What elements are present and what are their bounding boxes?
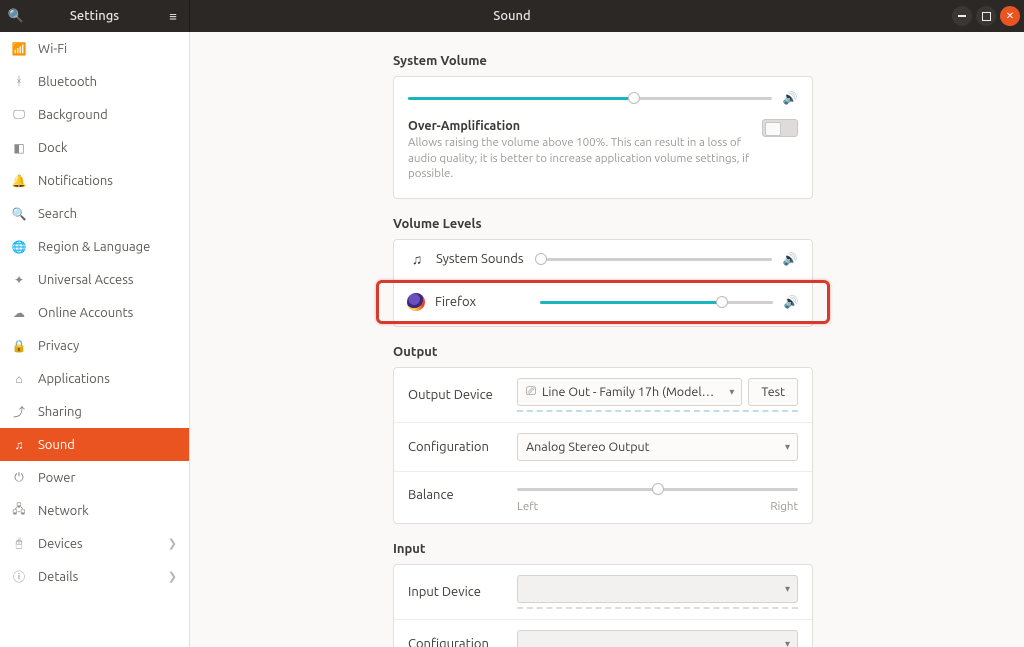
- app-title: Settings: [32, 9, 157, 23]
- sidebar-item-icon: 🔍: [12, 207, 26, 221]
- sidebar-item-label: Region & Language: [38, 240, 150, 254]
- app-volume-slider[interactable]: [541, 252, 772, 266]
- section-input: Input: [393, 542, 813, 556]
- system-volume-slider[interactable]: [408, 91, 772, 105]
- sidebar-item-icon: ⓘ: [12, 568, 26, 585]
- sidebar-item-icon: ⤴: [12, 403, 26, 420]
- test-button[interactable]: Test: [748, 378, 798, 406]
- chevron-right-icon: ❯: [168, 570, 177, 583]
- sidebar-item-icon: 🔒: [12, 339, 26, 353]
- app-volume-label: Firefox: [435, 295, 530, 309]
- sidebar-item-wi-fi[interactable]: 📶 Wi-Fi: [0, 32, 189, 65]
- sidebar-item-icon: 🌐: [12, 240, 26, 254]
- over-amplification-title: Over-Amplification: [408, 119, 750, 133]
- balance-left-label: Left: [517, 500, 538, 513]
- sidebar-item-icon: ✦: [12, 273, 26, 287]
- search-icon[interactable]: 🔍: [0, 0, 32, 32]
- sidebar-item-icon: 🖵: [12, 108, 26, 122]
- sidebar-item-icon: ♫: [12, 438, 26, 452]
- section-volume-levels: Volume Levels: [393, 217, 813, 231]
- sidebar-item-label: Details: [38, 570, 78, 584]
- section-output: Output: [393, 345, 813, 359]
- system-volume-card: 🔊 Over-Amplification Allows raising the …: [393, 76, 813, 199]
- output-device-select[interactable]: ⎚ Line Out - Family 17h (Models 0…: [517, 378, 742, 406]
- sidebar-item-privacy[interactable]: 🔒 Privacy: [0, 329, 189, 362]
- sidebar-item-devices[interactable]: 🖰 Devices ❯: [0, 527, 189, 560]
- sidebar-item-search[interactable]: 🔍 Search: [0, 197, 189, 230]
- over-amplification-switch[interactable]: [762, 119, 798, 137]
- app-volume-row-system-sounds: ♫ System Sounds 🔊: [394, 240, 812, 278]
- input-device-select[interactable]: [517, 575, 798, 603]
- window-minimize-button[interactable]: [952, 6, 972, 26]
- chevron-right-icon: ❯: [168, 537, 177, 550]
- app-volume-slider[interactable]: [540, 295, 773, 309]
- hamburger-icon[interactable]: ≡: [157, 0, 189, 32]
- sidebar-item-background[interactable]: 🖵 Background: [0, 98, 189, 131]
- sidebar-item-icon: 🖰: [12, 537, 26, 551]
- over-amplification-desc: Allows raising the volume above 100%. Th…: [408, 135, 750, 182]
- balance-slider[interactable]: [517, 482, 798, 496]
- app-volume-label: System Sounds: [436, 252, 531, 266]
- output-device-label: Output Device: [408, 388, 503, 402]
- window-maximize-button[interactable]: [976, 6, 996, 26]
- sidebar-item-icon: 📶: [12, 42, 26, 56]
- input-config-select[interactable]: [517, 630, 798, 647]
- sidebar-item-label: Devices: [38, 537, 83, 551]
- sidebar-item-universal-access[interactable]: ✦ Universal Access: [0, 263, 189, 296]
- firefox-icon: [407, 293, 425, 311]
- sidebar-item-notifications[interactable]: 🔔 Notifications: [0, 164, 189, 197]
- sidebar-item-label: Search: [38, 207, 77, 221]
- output-card: Output Device ⎚ Line Out - Family 17h (M…: [393, 367, 813, 524]
- sidebar-item-icon: ◧: [12, 141, 26, 155]
- sidebar-item-icon: ᚼ: [12, 75, 26, 88]
- volume-levels-card: ♫ System Sounds 🔊 Firefox 🔊: [393, 239, 813, 327]
- section-system-volume: System Volume: [393, 54, 813, 68]
- output-config-select[interactable]: Analog Stereo Output: [517, 433, 798, 461]
- balance-label: Balance: [408, 482, 503, 502]
- sidebar-item-label: Network: [38, 504, 89, 518]
- speaker-icon[interactable]: 🔊: [783, 295, 799, 309]
- sidebar-item-details[interactable]: ⓘ Details ❯: [0, 560, 189, 593]
- sidebar-item-sharing[interactable]: ⤴ Sharing: [0, 395, 189, 428]
- input-config-label: Configuration: [408, 637, 503, 647]
- sidebar-item-icon: ⏻: [12, 471, 26, 485]
- sidebar-item-label: Sharing: [38, 405, 82, 419]
- window-close-button[interactable]: ✕: [1000, 6, 1020, 26]
- sidebar-item-label: Privacy: [38, 339, 79, 353]
- headerbar: 🔍 Settings ≡ Sound ✕: [0, 0, 1024, 32]
- sidebar-item-label: Online Accounts: [38, 306, 133, 320]
- sidebar-item-label: Power: [38, 471, 75, 485]
- music-note-icon: ♫: [412, 251, 423, 267]
- sidebar-item-label: Universal Access: [38, 273, 133, 287]
- sidebar-item-icon: 🖧: [12, 500, 26, 521]
- sidebar-item-dock[interactable]: ◧ Dock: [0, 131, 189, 164]
- sidebar-item-label: Notifications: [38, 174, 113, 188]
- speaker-icon[interactable]: 🔊: [782, 252, 798, 266]
- page-title: Sound: [493, 9, 530, 23]
- sidebar-item-online-accounts[interactable]: ☁ Online Accounts: [0, 296, 189, 329]
- sidebar-item-region-language[interactable]: 🌐 Region & Language: [0, 230, 189, 263]
- sidebar-item-icon: ⌂: [12, 372, 26, 386]
- main-content: System Volume 🔊 Over-Amplification Allow…: [190, 32, 1024, 647]
- sidebar-item-icon: ☁: [12, 306, 26, 320]
- sidebar-item-icon: 🔔: [12, 174, 26, 188]
- sidebar-item-label: Bluetooth: [38, 75, 97, 89]
- sidebar-item-label: Dock: [38, 141, 67, 155]
- input-card: Input Device Configuration: [393, 564, 813, 647]
- sidebar-item-label: Sound: [38, 438, 75, 452]
- sidebar-item-sound[interactable]: ♫ Sound: [0, 428, 189, 461]
- sidebar-item-label: Applications: [38, 372, 110, 386]
- sidebar-item-label: Wi-Fi: [38, 42, 67, 56]
- speaker-icon[interactable]: 🔊: [782, 91, 798, 105]
- sidebar-item-bluetooth[interactable]: ᚼ Bluetooth: [0, 65, 189, 98]
- sidebar-item-applications[interactable]: ⌂ Applications: [0, 362, 189, 395]
- output-config-label: Configuration: [408, 440, 503, 454]
- sidebar-item-label: Background: [38, 108, 108, 122]
- input-device-label: Input Device: [408, 585, 503, 599]
- app-volume-row-firefox: Firefox 🔊: [393, 283, 813, 321]
- sidebar-item-network[interactable]: 🖧 Network: [0, 494, 189, 527]
- sidebar-item-power[interactable]: ⏻ Power: [0, 461, 189, 494]
- balance-right-label: Right: [770, 500, 798, 513]
- sidebar: 📶 Wi-Fi ᚼ Bluetooth 🖵 Background ◧ Dock 🔔 Notific…: [0, 32, 190, 647]
